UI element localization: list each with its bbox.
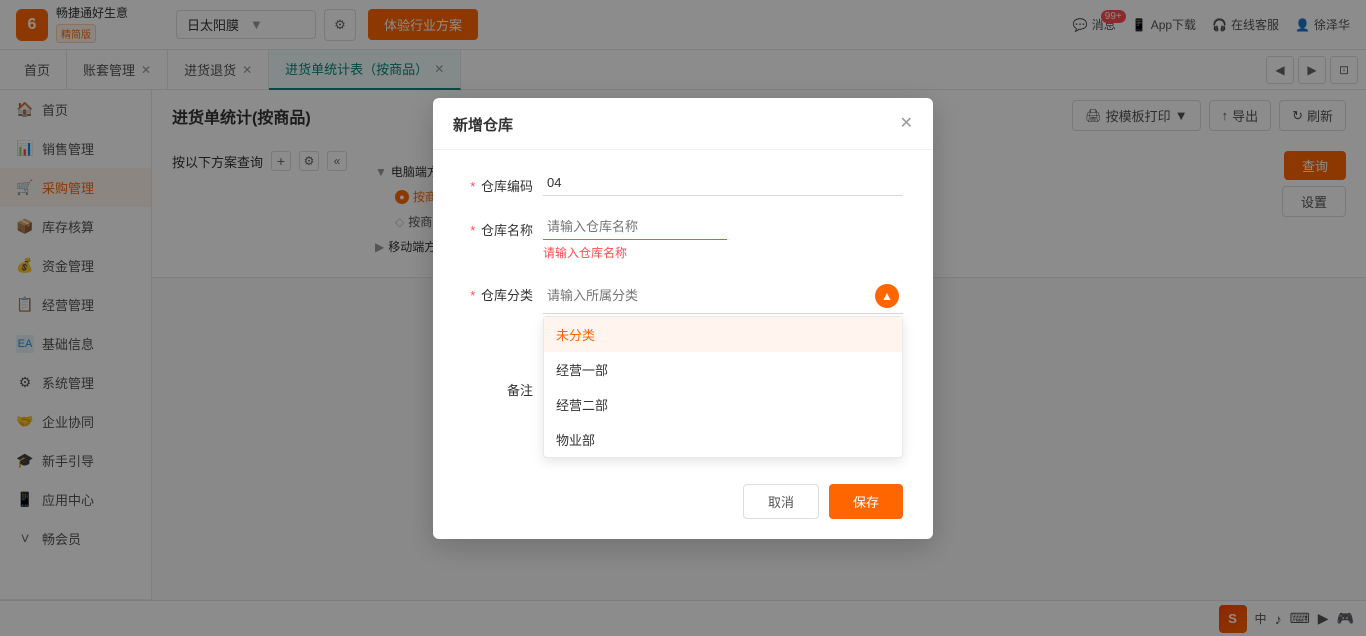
cancel-button[interactable]: 取消 [743,484,819,519]
new-warehouse-dialog: 新增仓库 ✕ * 仓库编码 * 仓库名称 [433,98,933,539]
dropdown-item-dept2[interactable]: 经营二部 [544,387,902,422]
dropdown-item-unclassified[interactable]: 未分类 [544,317,902,352]
code-label: * 仓库编码 [463,170,543,195]
category-dropdown-list: 未分类 经营一部 经营二部 物业部 [543,316,903,458]
name-input-row: * 仓库名称 [463,214,727,240]
dialog-body: * 仓库编码 * 仓库名称 请输入仓库名称 [433,150,933,472]
warehouse-name-input[interactable] [543,214,727,240]
category-toggle-button[interactable]: ▲ [875,284,899,308]
dialog-title: 新增仓库 [453,114,513,135]
category-input-row: ▲ [543,279,903,314]
dialog-close-button[interactable]: ✕ [900,116,913,132]
dropdown-item-dept1[interactable]: 经营一部 [544,352,902,387]
warehouse-code-input[interactable] [543,170,903,196]
warehouse-name-row: * 仓库名称 请输入仓库名称 [463,214,903,261]
category-input[interactable] [547,288,875,303]
dropdown-item-dept3[interactable]: 物业部 [544,422,902,457]
warehouse-code-row: * 仓库编码 [463,170,903,196]
warehouse-category-row: * 仓库分类 ▲ 未分类 经营一部 经营二部 物业部 [463,279,903,314]
save-button[interactable]: 保存 [829,484,903,519]
remark-label: 备注 [463,374,543,399]
name-error-row: 请输入仓库名称 [543,240,627,261]
name-label: * 仓库名称 [463,214,543,239]
dialog-footer: 取消 保存 [433,472,933,539]
category-wrapper: ▲ 未分类 经营一部 经营二部 物业部 [543,279,903,314]
dialog-overlay: 新增仓库 ✕ * 仓库编码 * 仓库名称 [0,0,1366,636]
dialog-header: 新增仓库 ✕ [433,98,933,150]
category-label: * 仓库分类 [463,279,543,304]
name-error-message: 请输入仓库名称 [543,244,627,261]
